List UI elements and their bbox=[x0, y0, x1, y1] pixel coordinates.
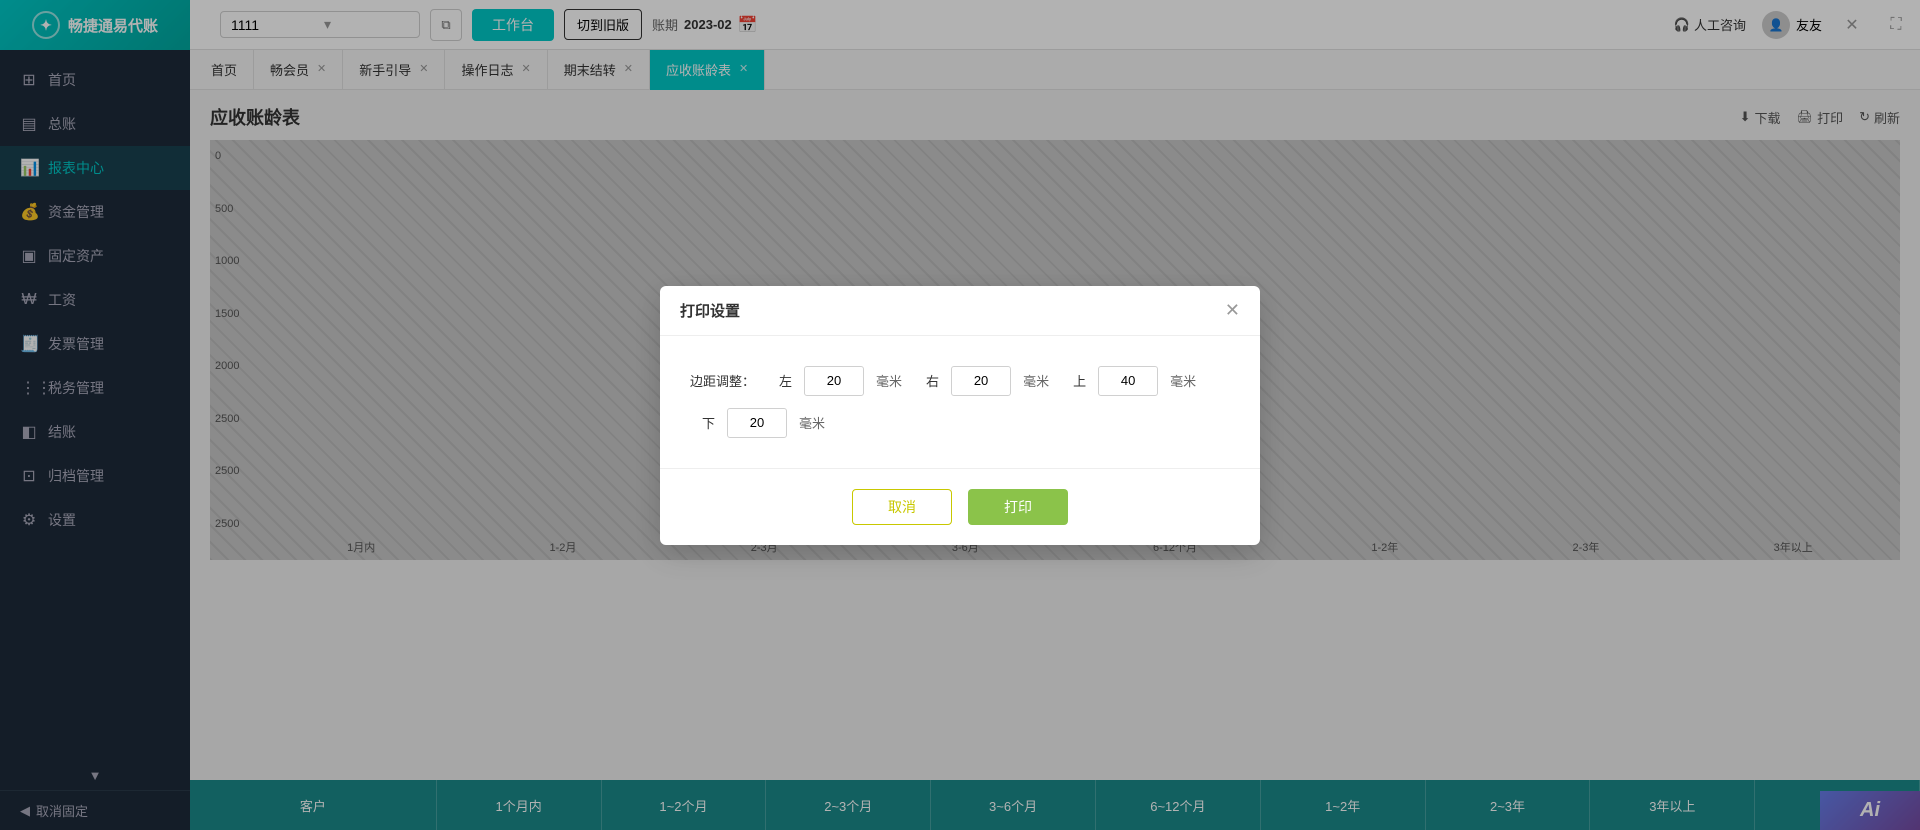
bottom-margin-input[interactable] bbox=[727, 408, 787, 438]
top-unit-label: 毫米 bbox=[1170, 371, 1196, 390]
modal-body: 边距调整： 左 毫米 右 毫米 上 毫米 下 毫米 bbox=[660, 336, 1260, 468]
modal-overlay: 打印设置 ✕ 边距调整： 左 毫米 右 毫米 上 毫米 下 毫米 取消 打印 bbox=[0, 0, 1920, 830]
modal-header: 打印设置 ✕ bbox=[660, 286, 1260, 336]
margin-label: 边距调整： bbox=[690, 371, 755, 390]
modal-footer: 取消 打印 bbox=[660, 468, 1260, 545]
modal-title: 打印设置 bbox=[680, 300, 740, 321]
confirm-print-button[interactable]: 打印 bbox=[968, 489, 1068, 525]
right-direction-label: 右 bbox=[926, 371, 939, 390]
right-margin-input[interactable] bbox=[951, 366, 1011, 396]
left-unit-label: 毫米 bbox=[876, 371, 902, 390]
right-unit-label: 毫米 bbox=[1023, 371, 1049, 390]
margin-form-row: 边距调整： 左 毫米 右 毫米 上 毫米 下 毫米 bbox=[690, 366, 1230, 438]
bottom-direction-label: 下 bbox=[702, 413, 715, 432]
cancel-button[interactable]: 取消 bbox=[852, 489, 952, 525]
top-margin-input[interactable] bbox=[1098, 366, 1158, 396]
left-margin-input[interactable] bbox=[804, 366, 864, 396]
left-direction-label: 左 bbox=[779, 371, 792, 390]
modal-close-button[interactable]: ✕ bbox=[1225, 301, 1240, 319]
print-settings-modal: 打印设置 ✕ 边距调整： 左 毫米 右 毫米 上 毫米 下 毫米 取消 打印 bbox=[660, 286, 1260, 545]
bottom-unit-label: 毫米 bbox=[799, 413, 825, 432]
top-direction-label: 上 bbox=[1073, 371, 1086, 390]
